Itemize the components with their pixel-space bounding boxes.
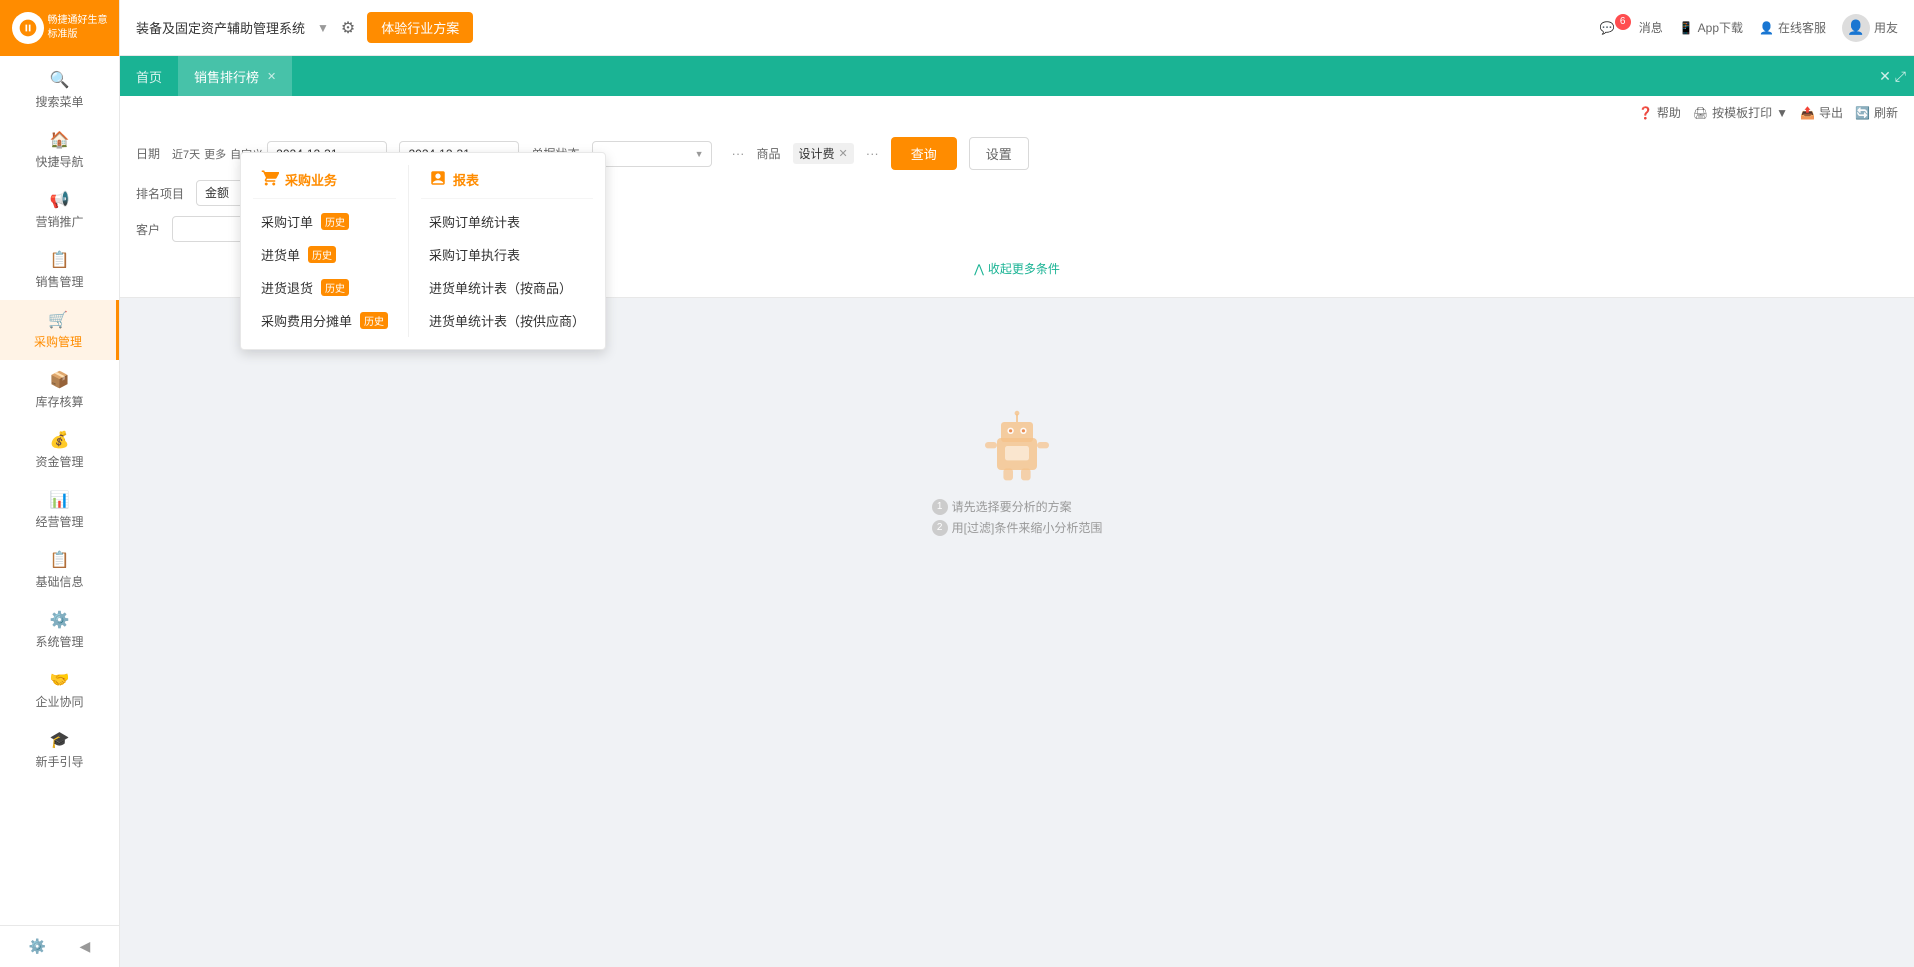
home-icon: 🏠 bbox=[50, 130, 70, 150]
tab-bar: 首页 销售排行榜 ✕ ✕ ⤢ bbox=[120, 56, 1914, 96]
sidebar-logo: 畅捷通好生意 标准版 bbox=[0, 0, 119, 56]
sidebar-item-basic[interactable]: 📋 基础信息 bbox=[0, 540, 119, 600]
logo-icon bbox=[12, 12, 44, 44]
basic-icon: 📋 bbox=[50, 550, 70, 570]
rank-label: 排名项目 bbox=[136, 185, 184, 202]
report-section: 报表 采购订单统计表 采购订单执行表 进货单统计表（按商品） 进货单统计表（按供… bbox=[408, 165, 605, 337]
message-badge: 6 bbox=[1615, 14, 1631, 30]
sidebar-item-system[interactable]: ⚙️ 系统管理 bbox=[0, 600, 119, 660]
customer-label: 客户 bbox=[136, 221, 160, 238]
purchase-section-icon bbox=[261, 169, 279, 190]
purchase-section: 采购业务 采购订单 历史 进货单 历史 进货退货 历史 bbox=[241, 165, 408, 337]
tab-expand-btn[interactable]: ⤢ bbox=[1895, 68, 1906, 85]
header-settings-btn[interactable]: ⚙ bbox=[341, 18, 355, 38]
sidebar-item-enterprise[interactable]: 🤝 企业协同 bbox=[0, 660, 119, 720]
date-label: 日期 bbox=[136, 145, 160, 162]
message-icon: 💬 bbox=[1600, 21, 1615, 35]
tab-home[interactable]: 首页 bbox=[120, 56, 178, 96]
phone-icon: 📱 bbox=[1679, 21, 1694, 35]
search-icon: 🔍 bbox=[50, 70, 70, 90]
sidebar-item-marketing[interactable]: 📢 营销推广 bbox=[0, 180, 119, 240]
operation-icon: 📊 bbox=[50, 490, 70, 510]
sidebar-item-sales[interactable]: 📋 销售管理 bbox=[0, 240, 119, 300]
sidebar-navigation: 🔍 搜索菜单 🏠 快捷导航 📢 营销推广 📋 销售管理 🛒 采购管理 📦 库存核… bbox=[0, 56, 119, 925]
sidebar-item-operation[interactable]: 📊 经营管理 bbox=[0, 480, 119, 540]
header-dropdown-btn[interactable]: ▼ bbox=[317, 21, 329, 35]
footer-collapse-btn[interactable]: ◀ bbox=[80, 938, 91, 955]
history-badge-2: 历史 bbox=[321, 279, 349, 296]
sidebar-item-search[interactable]: 🔍 搜索菜单 bbox=[0, 60, 119, 120]
app-download-btn[interactable]: 📱 App下载 bbox=[1679, 19, 1743, 36]
menu-item-cost[interactable]: 采购费用分摊单 历史 bbox=[253, 304, 396, 337]
system-icon: ⚙️ bbox=[50, 610, 70, 630]
content-area: ❓ 帮助 🖨 按模板打印 ▼ 📤 导出 🔄 刷新 日期 bbox=[120, 96, 1914, 967]
menu-item-purchase-order-exec[interactable]: 采购订单执行表 bbox=[421, 238, 593, 271]
menu-item-incoming-stat-supplier[interactable]: 进货单统计表（按供应商） bbox=[421, 304, 593, 337]
user-name: 用友 bbox=[1874, 19, 1898, 36]
tab-close-all-btn[interactable]: ✕ bbox=[1879, 68, 1891, 85]
sidebar-item-inventory[interactable]: 📦 库存核算 bbox=[0, 360, 119, 420]
main-wrapper: 装备及固定资产辅助管理系统 ▼ ⚙ 体验行业方案 💬 6 消息 📱 App下载 … bbox=[120, 0, 1914, 967]
message-label: 消息 bbox=[1639, 19, 1663, 36]
sales-icon: 📋 bbox=[50, 250, 70, 270]
sidebar-item-quick-nav[interactable]: 🏠 快捷导航 bbox=[0, 120, 119, 180]
sidebar-item-purchase[interactable]: 🛒 采购管理 bbox=[0, 300, 119, 360]
user-menu-btn[interactable]: 👤 用友 bbox=[1842, 14, 1898, 42]
user-avatar: 👤 bbox=[1842, 14, 1870, 42]
tab-close-btn[interactable]: ✕ bbox=[267, 70, 276, 83]
menu-item-incoming-stat-goods[interactable]: 进货单统计表（按商品） bbox=[421, 271, 593, 304]
system-title: 装备及固定资产辅助管理系统 bbox=[136, 18, 305, 37]
report-section-icon bbox=[429, 169, 447, 190]
industry-btn[interactable]: 体验行业方案 bbox=[367, 12, 473, 43]
sidebar-item-finance[interactable]: 💰 资金管理 bbox=[0, 420, 119, 480]
report-section-title: 报表 bbox=[421, 165, 593, 199]
service-icon: 👤 bbox=[1759, 21, 1774, 35]
marketing-icon: 📢 bbox=[50, 190, 70, 210]
history-badge-0: 历史 bbox=[321, 213, 349, 230]
sidebar-item-guide[interactable]: 🎓 新手引导 bbox=[0, 720, 119, 780]
inventory-icon: 📦 bbox=[50, 370, 70, 390]
header-right: 💬 6 消息 📱 App下载 👤 在线客服 👤 用友 bbox=[1600, 14, 1898, 42]
menu-item-purchase-order[interactable]: 采购订单 历史 bbox=[253, 205, 396, 238]
enterprise-icon: 🤝 bbox=[50, 670, 70, 690]
sidebar: 畅捷通好生意 标准版 🔍 搜索菜单 🏠 快捷导航 📢 营销推广 📋 销售管理 🛒… bbox=[0, 0, 120, 967]
purchase-icon: 🛒 bbox=[48, 310, 68, 330]
menu-item-incoming[interactable]: 进货单 历史 bbox=[253, 238, 396, 271]
top-header: 装备及固定资产辅助管理系统 ▼ ⚙ 体验行业方案 💬 6 消息 📱 App下载 … bbox=[120, 0, 1914, 56]
logo-line1: 畅捷通好生意 bbox=[48, 14, 108, 28]
menu-item-return[interactable]: 进货退货 历史 bbox=[253, 271, 396, 304]
purchase-section-title: 采购业务 bbox=[253, 165, 396, 199]
history-badge-1: 历史 bbox=[308, 246, 336, 263]
purchase-dropdown-menu: 采购业务 采购订单 历史 进货单 历史 进货退货 历史 bbox=[240, 152, 606, 350]
tab-sales-rank[interactable]: 销售排行榜 ✕ bbox=[178, 56, 292, 96]
menu-item-purchase-order-stat[interactable]: 采购订单统计表 bbox=[421, 205, 593, 238]
finance-icon: 💰 bbox=[50, 430, 70, 450]
message-btn[interactable]: 💬 6 消息 bbox=[1600, 19, 1663, 36]
date-preset-more[interactable]: 更多 bbox=[204, 146, 226, 162]
date-preset-7days[interactable]: 近7天 bbox=[172, 146, 200, 162]
online-service-btn[interactable]: 👤 在线客服 bbox=[1759, 19, 1826, 36]
footer-settings-btn[interactable]: ⚙️ bbox=[29, 938, 46, 955]
dropdown-overlay: 采购业务 采购订单 历史 进货单 历史 进货退货 历史 bbox=[240, 96, 1914, 967]
sidebar-footer: ⚙️ ◀ bbox=[0, 925, 119, 967]
tab-bar-right: ✕ ⤢ bbox=[1879, 68, 1914, 85]
guide-icon: 🎓 bbox=[50, 730, 70, 750]
logo-line2: 标准版 bbox=[48, 28, 108, 42]
history-badge-3: 历史 bbox=[360, 312, 388, 329]
